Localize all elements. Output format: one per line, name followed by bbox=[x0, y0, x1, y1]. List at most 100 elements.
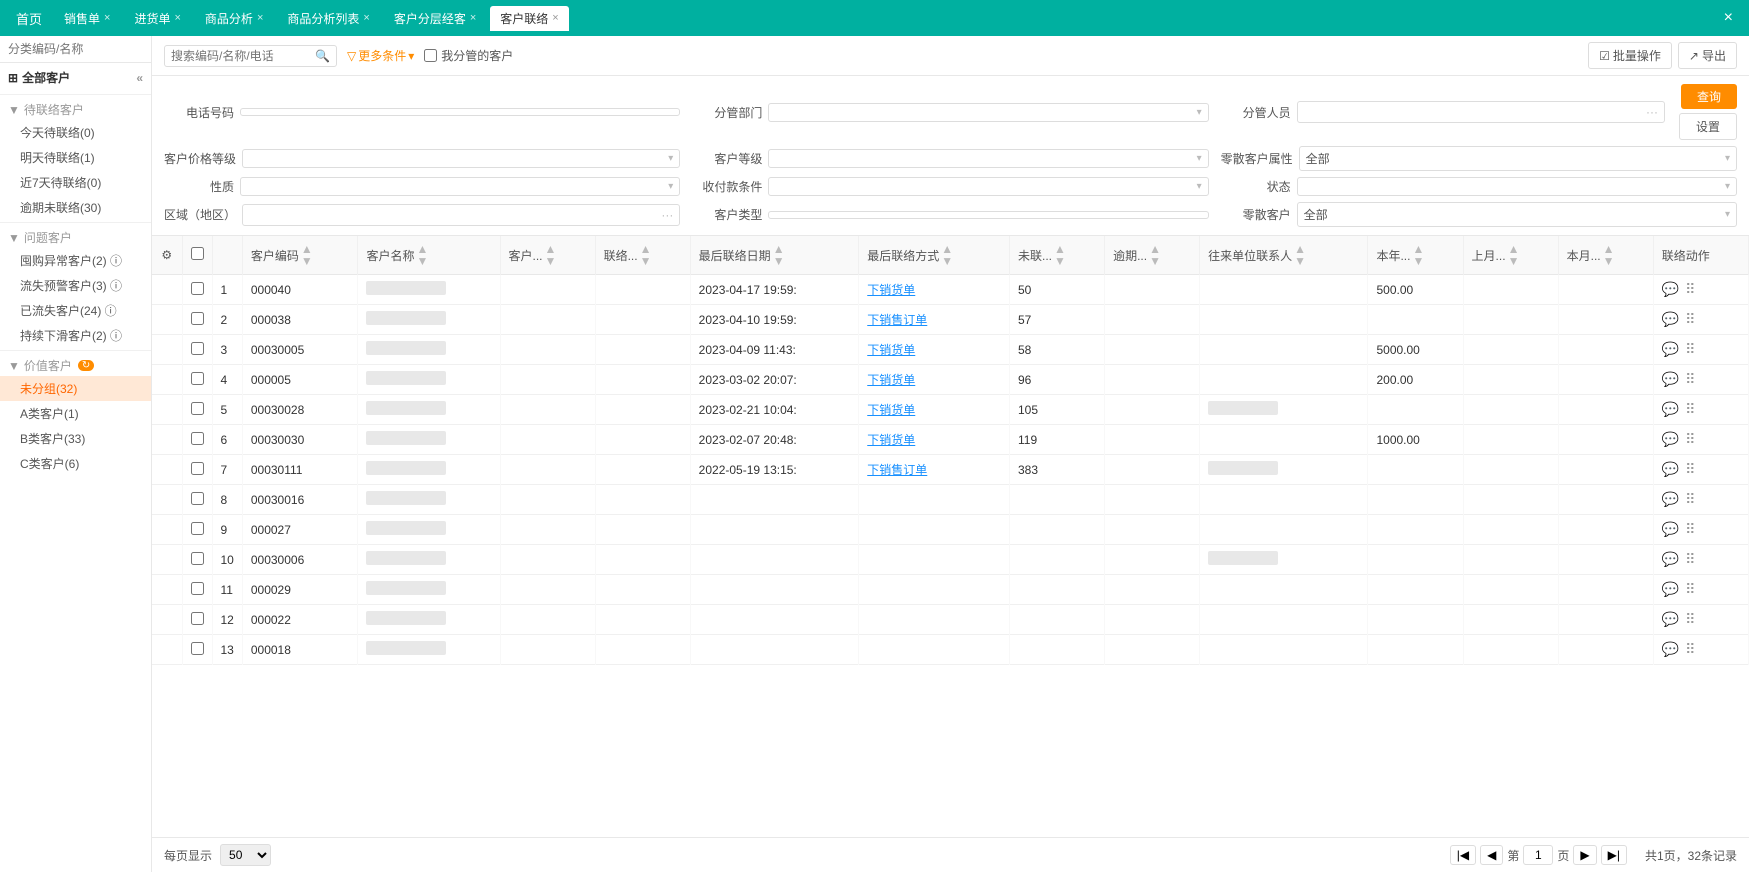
th-code[interactable]: 客户编码 ▲▼ bbox=[242, 236, 358, 275]
next-page-button[interactable]: ▶ bbox=[1573, 845, 1596, 865]
nav-home[interactable]: 首页 bbox=[8, 5, 50, 32]
dept-select[interactable]: ▾ bbox=[768, 103, 1208, 122]
th-last-method[interactable]: 最后联络方式 ▲▼ bbox=[859, 236, 1010, 275]
more-actions-icon[interactable]: ⠿ bbox=[1685, 401, 1695, 418]
td-checkbox[interactable] bbox=[182, 515, 212, 545]
th-last-date[interactable]: 最后联络日期 ▲▼ bbox=[690, 236, 859, 275]
phone-input[interactable] bbox=[240, 108, 680, 116]
td-checkbox[interactable] bbox=[182, 395, 212, 425]
td-checkbox[interactable] bbox=[182, 605, 212, 635]
select-all-checkbox[interactable] bbox=[191, 247, 204, 260]
table-cell-link[interactable]: 下销售订单 bbox=[867, 313, 927, 327]
region-input[interactable]: ··· bbox=[242, 204, 680, 226]
reset-button[interactable]: 设置 bbox=[1679, 113, 1737, 140]
more-actions-icon[interactable]: ⠿ bbox=[1685, 581, 1695, 598]
th-this-month[interactable]: 本月... ▲▼ bbox=[1558, 236, 1653, 275]
sidebar-item-7days[interactable]: 近7天待联络(0) bbox=[0, 170, 151, 195]
more-actions-icon[interactable]: ⠿ bbox=[1685, 641, 1695, 658]
nav-tab-purchase[interactable]: 进货单 × bbox=[124, 6, 190, 31]
prev-page-button[interactable]: ◀ bbox=[1480, 845, 1503, 865]
collapse-icon[interactable]: « bbox=[136, 71, 143, 85]
sidebar-item-loss-warning[interactable]: 流失预警客户(3) ⓘ bbox=[0, 273, 151, 298]
more-actions-icon[interactable]: ⠿ bbox=[1685, 311, 1695, 328]
all-customers-section[interactable]: ⊞ 全部客户 « bbox=[0, 63, 151, 92]
chat-icon[interactable]: 💬 bbox=[1662, 521, 1679, 538]
table-cell-link[interactable]: 下销货单 bbox=[867, 373, 915, 387]
row-checkbox[interactable] bbox=[191, 492, 204, 505]
td-checkbox[interactable] bbox=[182, 485, 212, 515]
customer-type-input[interactable] bbox=[768, 211, 1208, 219]
table-cell-link[interactable]: 下销货单 bbox=[867, 343, 915, 357]
page-input[interactable] bbox=[1523, 845, 1553, 865]
td-checkbox[interactable] bbox=[182, 335, 212, 365]
td-checkbox[interactable] bbox=[182, 305, 212, 335]
th-overdue[interactable]: 逾期... ▲▼ bbox=[1105, 236, 1200, 275]
td-checkbox[interactable] bbox=[182, 575, 212, 605]
more-actions-icon[interactable]: ⠿ bbox=[1685, 431, 1695, 448]
close-icon[interactable]: × bbox=[104, 12, 110, 24]
th-contact[interactable]: 联络... ▲▼ bbox=[595, 236, 690, 275]
close-icon[interactable]: × bbox=[174, 12, 180, 24]
td-checkbox[interactable] bbox=[182, 455, 212, 485]
query-button[interactable]: 查询 bbox=[1681, 84, 1737, 109]
status-select[interactable]: ▾ bbox=[1297, 177, 1737, 196]
last-page-button[interactable]: ▶| bbox=[1601, 845, 1627, 865]
more-actions-icon[interactable]: ⠿ bbox=[1685, 491, 1695, 508]
td-checkbox[interactable] bbox=[182, 425, 212, 455]
more-actions-icon[interactable]: ⠿ bbox=[1685, 611, 1695, 628]
sidebar-item-hoarding[interactable]: 囤购异常客户(2) ⓘ bbox=[0, 248, 151, 273]
row-checkbox[interactable] bbox=[191, 342, 204, 355]
th-type[interactable]: 客户... ▲▼ bbox=[500, 236, 595, 275]
sidebar-item-lost[interactable]: 已流失客户(24) ⓘ bbox=[0, 298, 151, 323]
chat-icon[interactable]: 💬 bbox=[1662, 491, 1679, 508]
table-cell-link[interactable]: 下销货单 bbox=[867, 403, 915, 417]
nav-tab-customer-mgr[interactable]: 客户分层经客 × bbox=[384, 6, 486, 31]
th-contact-person[interactable]: 往来单位联系人 ▲▼ bbox=[1200, 236, 1368, 275]
sidebar-search-input[interactable] bbox=[8, 42, 152, 56]
chat-icon[interactable]: 💬 bbox=[1662, 341, 1679, 358]
more-actions-icon[interactable]: ⠿ bbox=[1685, 281, 1695, 298]
chat-icon[interactable]: 💬 bbox=[1662, 581, 1679, 598]
close-icon[interactable]: × bbox=[363, 12, 369, 24]
row-checkbox[interactable] bbox=[191, 522, 204, 535]
first-page-button[interactable]: |◀ bbox=[1450, 845, 1476, 865]
retail-customer-select[interactable]: 全部 ▾ bbox=[1297, 202, 1737, 227]
batch-op-button[interactable]: ☑ 批量操作 bbox=[1588, 42, 1672, 69]
more-filters-btn[interactable]: ▽ 更多条件 ▾ bbox=[347, 47, 414, 64]
sidebar-item-overdue[interactable]: 逾期未联络(30) bbox=[0, 195, 151, 220]
th-unlinked[interactable]: 未联... ▲▼ bbox=[1010, 236, 1105, 275]
sidebar-item-declining[interactable]: 持续下滑客户(2) ⓘ bbox=[0, 323, 151, 348]
group-pending-contact[interactable]: ▼ 待联络客户 bbox=[0, 97, 151, 120]
row-checkbox[interactable] bbox=[191, 432, 204, 445]
group-value-customers[interactable]: ▼ 价值客户 ↻ bbox=[0, 353, 151, 376]
sidebar-item-class-b[interactable]: B类客户(33) bbox=[0, 426, 151, 451]
td-checkbox[interactable] bbox=[182, 275, 212, 305]
customer-level-select[interactable]: ▾ bbox=[768, 149, 1208, 168]
chat-icon[interactable]: 💬 bbox=[1662, 371, 1679, 388]
th-this-year[interactable]: 本年... ▲▼ bbox=[1368, 236, 1463, 275]
search-input[interactable] bbox=[171, 49, 311, 63]
more-actions-icon[interactable]: ⠿ bbox=[1685, 551, 1695, 568]
sidebar-item-class-c[interactable]: C类客户(6) bbox=[0, 451, 151, 476]
td-checkbox[interactable] bbox=[182, 545, 212, 575]
gear-icon[interactable]: ⚙ bbox=[161, 248, 172, 262]
retail-attr-select[interactable]: 全部 ▾ bbox=[1299, 146, 1737, 171]
more-actions-icon[interactable]: ⠿ bbox=[1685, 371, 1695, 388]
th-name[interactable]: 客户名称 ▲▼ bbox=[358, 236, 500, 275]
table-cell-link[interactable]: 下销货单 bbox=[867, 283, 915, 297]
chat-icon[interactable]: 💬 bbox=[1662, 461, 1679, 478]
row-checkbox[interactable] bbox=[191, 552, 204, 565]
page-size-select[interactable]: 50 100 200 bbox=[220, 844, 271, 866]
chat-icon[interactable]: 💬 bbox=[1662, 311, 1679, 328]
sidebar-item-today[interactable]: 今天待联络(0) bbox=[0, 120, 151, 145]
sidebar-item-class-a[interactable]: A类客户(1) bbox=[0, 401, 151, 426]
manager-input[interactable]: ··· bbox=[1297, 101, 1665, 123]
row-checkbox[interactable] bbox=[191, 402, 204, 415]
chat-icon[interactable]: 💬 bbox=[1662, 551, 1679, 568]
close-icon[interactable]: × bbox=[470, 12, 476, 24]
row-checkbox[interactable] bbox=[191, 642, 204, 655]
td-checkbox[interactable] bbox=[182, 635, 212, 665]
more-actions-icon[interactable]: ⠿ bbox=[1685, 521, 1695, 538]
nav-tab-analysis[interactable]: 商品分析 × bbox=[195, 6, 273, 31]
table-cell-link[interactable]: 下销货单 bbox=[867, 433, 915, 447]
